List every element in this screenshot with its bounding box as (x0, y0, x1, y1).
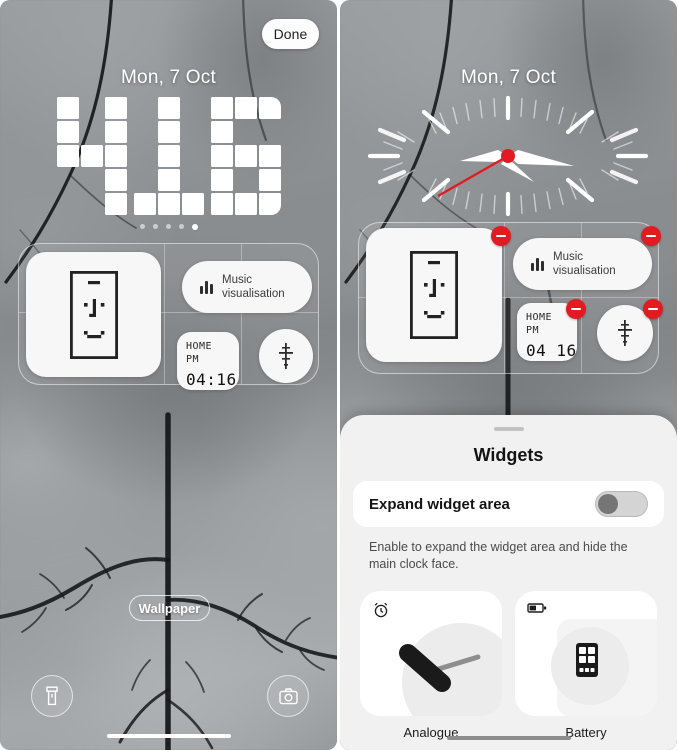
pixel-digit-4 (56, 97, 127, 215)
home-indicator-right (446, 736, 571, 740)
grid-line-v (504, 223, 505, 373)
world-clock-time: 04:16 (186, 370, 237, 389)
left-phone-panel: Done Mon, 7 Oct Music visualisation HOME… (0, 0, 337, 750)
widget-music-visualisation-left[interactable]: Music visualisation (182, 261, 312, 313)
page-dot[interactable] (152, 224, 158, 229)
music-label-line1: Music (553, 251, 584, 263)
sheet-title: Widgets (473, 445, 544, 465)
music-widget-label: Music visualisation (553, 250, 616, 278)
right-phone-panel: Mon, 7 Oct Music visualisation HOME PM 0… (340, 0, 677, 750)
widget-dotted-face-right[interactable] (366, 228, 502, 362)
done-button[interactable]: Done (262, 19, 319, 49)
page-dot[interactable] (165, 224, 171, 229)
clock-style-cards: Analogue Battery (360, 591, 657, 740)
battery-preview-card[interactable] (515, 591, 657, 716)
music-bars-icon (200, 280, 213, 294)
dotted-face-art (410, 251, 458, 339)
home-indicator-left (106, 734, 231, 738)
widget-dotted-face-left[interactable] (26, 252, 161, 377)
camera-button[interactable] (267, 675, 309, 717)
pixel-digit-6 (210, 97, 281, 215)
pixel-digit-1 (133, 97, 204, 215)
music-bars-icon (531, 257, 544, 271)
expand-widget-area-row[interactable]: Expand widget area (353, 481, 664, 527)
page-dot[interactable] (178, 224, 184, 229)
expand-widget-area-toggle[interactable] (595, 491, 648, 517)
world-clock-city: HOME (186, 341, 213, 352)
flashlight-icon (46, 686, 58, 706)
music-label-line2: visualisation (553, 265, 616, 277)
page-indicator-left[interactable] (0, 224, 337, 230)
music-label-line1: Music (222, 274, 253, 286)
page-dot-active[interactable] (191, 224, 198, 230)
analogue-preview-card[interactable] (360, 591, 502, 716)
dual-phone-screenshot: Done Mon, 7 Oct Music visualisation HOME… (0, 0, 678, 750)
battery-card-label: Battery (565, 725, 607, 740)
date-label-left: Mon, 7 Oct (121, 67, 216, 88)
analogue-preview-hands (399, 644, 481, 692)
expand-widget-area-hint: Enable to expand the widget area and hid… (369, 540, 628, 571)
wallpaper-button-label: Wallpaper (138, 600, 201, 616)
widgets-bottom-sheet: Widgets Expand widget area Enable to exp… (340, 415, 677, 750)
grid-line-v (164, 244, 165, 384)
sheet-grab-handle[interactable] (493, 427, 524, 431)
clock-style-option-analogue[interactable]: Analogue (360, 591, 502, 740)
remove-widget-face-button[interactable] (491, 226, 511, 246)
world-clock-meridiem: PM (186, 354, 200, 365)
done-button-label: Done (273, 26, 308, 42)
remove-widget-music-button[interactable] (641, 226, 661, 246)
wallpaper-button[interactable]: Wallpaper (129, 595, 210, 621)
analogue-clock-face[interactable] (358, 86, 658, 226)
expand-widget-area-label: Expand widget area (369, 495, 510, 513)
flashlight-button[interactable] (31, 675, 73, 717)
music-label-line2: visualisation (222, 288, 285, 300)
camera-icon (278, 687, 298, 704)
dotted-cross-icon (279, 343, 293, 369)
battery-preview-art (576, 643, 598, 677)
widget-world-clock-left[interactable]: HOME PM 04:16 (177, 332, 239, 390)
clock-style-option-battery[interactable]: Battery (515, 591, 657, 740)
widget-compass-left[interactable] (259, 329, 313, 383)
toggle-knob (598, 494, 618, 514)
world-clock-meridiem: PM (526, 325, 540, 336)
dotted-face-art (69, 270, 118, 359)
world-clock-time: 04 16 (526, 341, 577, 360)
clock-hands (437, 149, 574, 198)
remove-widget-world-clock-button[interactable] (566, 299, 586, 319)
remove-widget-compass-button[interactable] (643, 299, 663, 319)
music-widget-label: Music visualisation (222, 273, 285, 301)
dotted-cross-icon (618, 320, 632, 346)
pixel-clock-left (0, 97, 337, 215)
page-dot[interactable] (139, 224, 145, 229)
widget-music-visualisation-right[interactable]: Music visualisation (513, 238, 652, 290)
